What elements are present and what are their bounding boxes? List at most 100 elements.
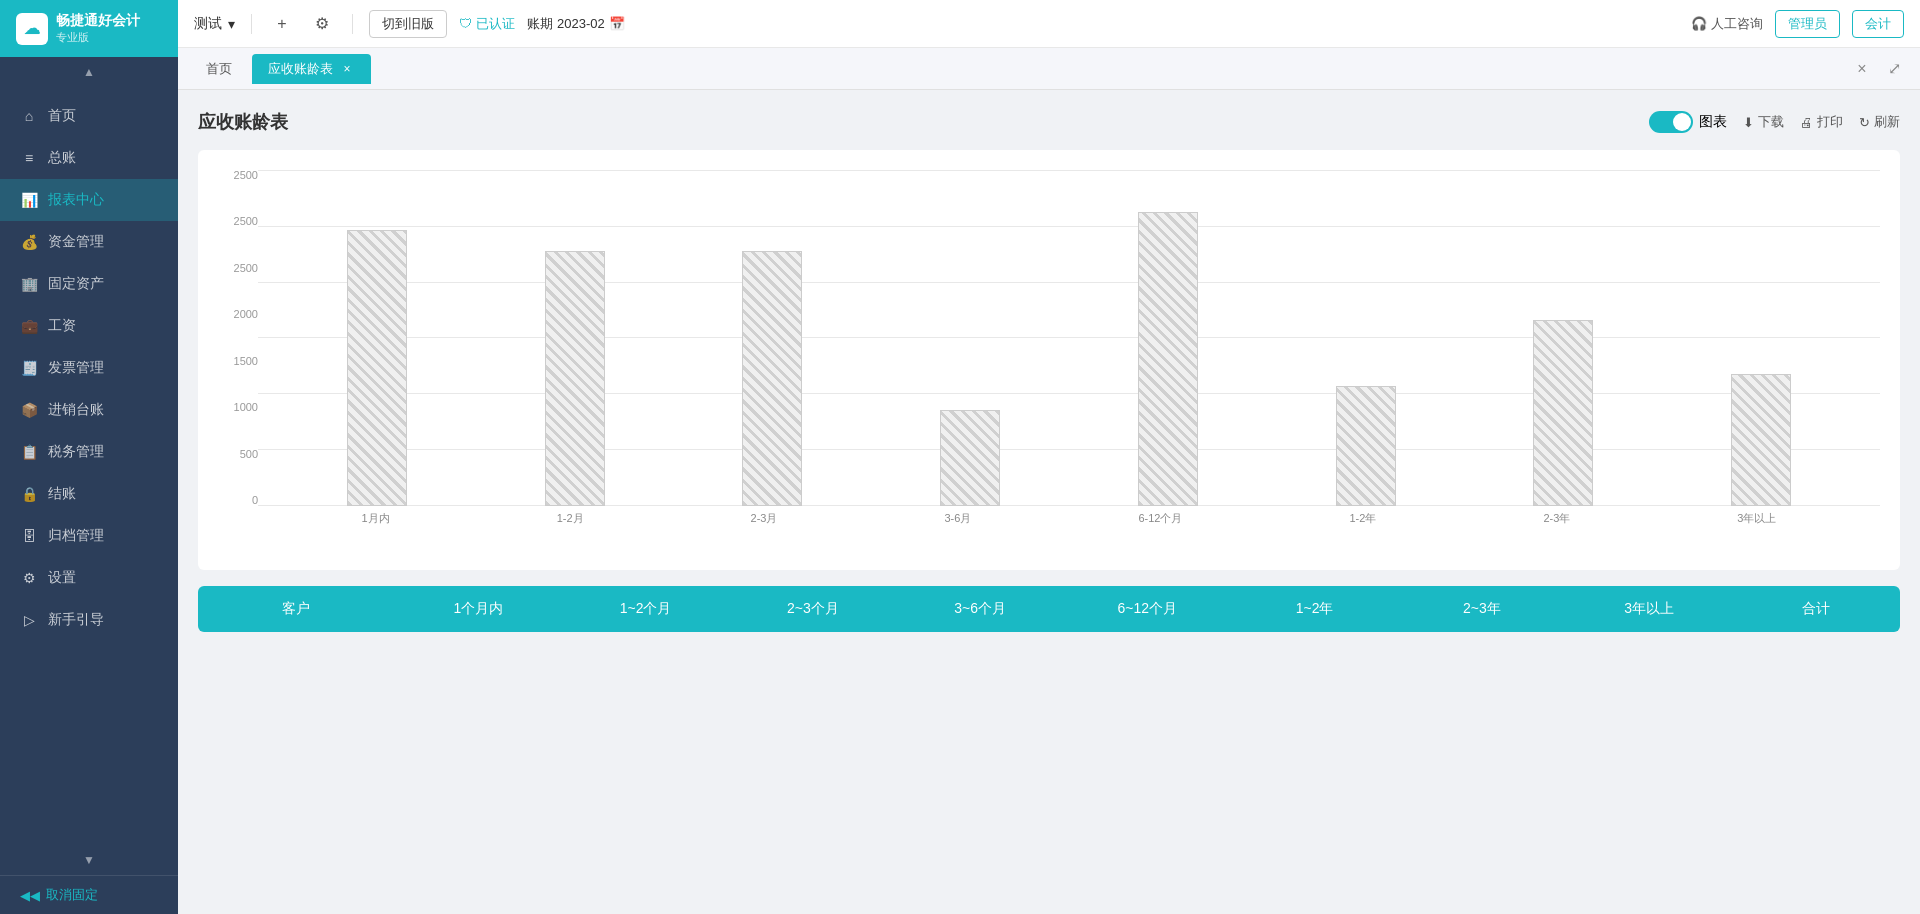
sidebar: ☁ 畅捷通好会计 专业版 ▲ ⌂ 首页 ≡ 总账 📊 报表中心 💰 资金管理 🏢… <box>0 0 178 914</box>
home-icon: ⌂ <box>20 107 38 125</box>
bar-group <box>1533 320 1593 506</box>
guide-icon: ▷ <box>20 611 38 629</box>
workspace-name: 测试 <box>194 15 222 33</box>
tab-home-label: 首页 <box>206 60 232 78</box>
workspace-selector[interactable]: 测试 ▾ <box>194 15 235 33</box>
chart-y-axis: 2500250025002000150010005000 <box>218 170 258 530</box>
sidebar-scroll-down[interactable]: ▼ <box>0 845 178 875</box>
sidebar-item-label-closing: 结账 <box>48 485 76 503</box>
x-axis-label: 3年以上 <box>1737 511 1776 526</box>
y-axis-label: 1000 <box>234 402 258 413</box>
funds-icon: 💰 <box>20 233 38 251</box>
sidebar-item-label-archive: 归档管理 <box>48 527 104 545</box>
sidebar-item-funds[interactable]: 💰 资金管理 <box>0 221 178 263</box>
ledger-icon: ≡ <box>20 149 38 167</box>
topbar: 测试 ▾ + ⚙ 切到旧版 🛡 已认证 账期 2023-02 📅 🎧 人工咨询 <box>178 0 1920 48</box>
invoice-icon: 🧾 <box>20 359 38 377</box>
role-btn[interactable]: 会计 <box>1852 10 1904 38</box>
sidebar-item-archive[interactable]: 🗄 归档管理 <box>0 515 178 557</box>
x-axis-label: 6-12个月 <box>1138 511 1182 526</box>
app-logo-icon: ☁ <box>16 13 48 45</box>
tab-close-icon[interactable]: × <box>339 61 355 77</box>
period-value: 2023-02 <box>557 16 605 31</box>
topbar-divider-1 <box>251 14 252 34</box>
tab-home[interactable]: 首页 <box>190 54 248 84</box>
chart-container: 2500250025002000150010005000 1月内1-2月2-3月… <box>198 150 1900 570</box>
bar-group <box>1336 386 1396 506</box>
sidebar-item-payroll[interactable]: 💼 工资 <box>0 305 178 347</box>
period-selector[interactable]: 账期 2023-02 📅 <box>527 15 625 33</box>
chart-bar <box>742 251 802 506</box>
x-axis-label: 3-6月 <box>944 511 971 526</box>
y-axis-label: 500 <box>240 449 258 460</box>
sidebar-item-settings[interactable]: ⚙ 设置 <box>0 557 178 599</box>
y-axis-label: 2000 <box>234 309 258 320</box>
consult-btn[interactable]: 🎧 人工咨询 <box>1691 15 1763 33</box>
chart-bar <box>347 230 407 506</box>
add-btn[interactable]: + <box>268 10 296 38</box>
page-actions: 图表 ⬇ 下载 🖨 打印 ↻ 刷新 <box>1649 111 1900 133</box>
reports-icon: 📊 <box>20 191 38 209</box>
table-header-cell: 合计 <box>1733 586 1900 632</box>
sidebar-item-label-payroll: 工资 <box>48 317 76 335</box>
chart-bar <box>1336 386 1396 506</box>
switch-old-btn[interactable]: 切到旧版 <box>369 10 447 38</box>
bar-group <box>940 410 1000 506</box>
table-header-cell: 3~6个月 <box>896 586 1063 632</box>
content-area: 应收账龄表 图表 ⬇ 下载 🖨 打印 ↻ 刷新 <box>178 90 1920 914</box>
y-axis-label: 2500 <box>234 216 258 227</box>
sidebar-logo: ☁ 畅捷通好会计 专业版 <box>0 0 178 57</box>
table-header-cell: 客户 <box>198 586 395 632</box>
payroll-icon: 💼 <box>20 317 38 335</box>
refresh-btn[interactable]: ↻ 刷新 <box>1859 113 1900 131</box>
chart-area: 2500250025002000150010005000 1月内1-2月2-3月… <box>218 170 1880 530</box>
close-window-btn[interactable]: × <box>1848 55 1876 83</box>
sidebar-item-home[interactable]: ⌂ 首页 <box>0 95 178 137</box>
refresh-label: 刷新 <box>1874 113 1900 131</box>
sidebar-item-closing[interactable]: 🔒 结账 <box>0 473 178 515</box>
tabbar: 首页 应收账龄表 × × ⤢ <box>178 48 1920 90</box>
close-window-icon: × <box>1857 60 1866 78</box>
sidebar-scroll-up[interactable]: ▲ <box>0 57 178 87</box>
resize-window-btn[interactable]: ⤢ <box>1880 55 1908 83</box>
app-logo-text: 畅捷通好会计 专业版 <box>56 12 140 45</box>
sidebar-item-assets[interactable]: 🏢 固定资产 <box>0 263 178 305</box>
sidebar-item-invoice[interactable]: 🧾 发票管理 <box>0 347 178 389</box>
sidebar-item-tax[interactable]: 📋 税务管理 <box>0 431 178 473</box>
sidebar-item-stock[interactable]: 📦 进销台账 <box>0 389 178 431</box>
sidebar-item-label-funds: 资金管理 <box>48 233 104 251</box>
sidebar-item-ledger[interactable]: ≡ 总账 <box>0 137 178 179</box>
resize-icon: ⤢ <box>1888 59 1901 78</box>
sidebar-item-label-ledger: 总账 <box>48 149 76 167</box>
print-btn[interactable]: 🖨 打印 <box>1800 113 1843 131</box>
toggle-thumb <box>1673 113 1691 131</box>
manager-btn[interactable]: 管理员 <box>1775 10 1840 38</box>
x-axis-label: 1月内 <box>362 511 390 526</box>
tax-icon: 📋 <box>20 443 38 461</box>
x-axis-label: 1-2年 <box>1349 511 1376 526</box>
table-header-cell: 2~3年 <box>1398 586 1565 632</box>
chart-toggle[interactable]: 图表 <box>1649 111 1727 133</box>
sidebar-nav: ⌂ 首页 ≡ 总账 📊 报表中心 💰 资金管理 🏢 固定资产 💼 工资 🧾 发票… <box>0 87 178 845</box>
download-btn[interactable]: ⬇ 下载 <box>1743 113 1784 131</box>
manager-label: 管理员 <box>1788 16 1827 31</box>
toggle-track[interactable] <box>1649 111 1693 133</box>
sidebar-item-reports[interactable]: 📊 报表中心 <box>0 179 178 221</box>
cancel-fixed-btn[interactable]: ◀◀ 取消固定 <box>0 875 178 914</box>
settings-btn[interactable]: ⚙ <box>308 10 336 38</box>
tab-accounts-aging[interactable]: 应收账龄表 × <box>252 54 371 84</box>
sidebar-item-guide[interactable]: ▷ 新手引导 <box>0 599 178 641</box>
chart-bar <box>1731 374 1791 506</box>
sidebar-item-label-settings: 设置 <box>48 569 76 587</box>
table-header-cell: 1~2个月 <box>562 586 729 632</box>
chart-bar <box>545 251 605 506</box>
sidebar-item-label-invoice: 发票管理 <box>48 359 104 377</box>
x-axis-label: 2-3年 <box>1543 511 1570 526</box>
certified-label: 已认证 <box>476 15 515 33</box>
bar-group <box>742 251 802 506</box>
calendar-icon: 📅 <box>609 16 625 31</box>
table-header-cell: 1~2年 <box>1231 586 1398 632</box>
assets-icon: 🏢 <box>20 275 38 293</box>
download-label: 下载 <box>1758 113 1784 131</box>
archive-icon: 🗄 <box>20 527 38 545</box>
